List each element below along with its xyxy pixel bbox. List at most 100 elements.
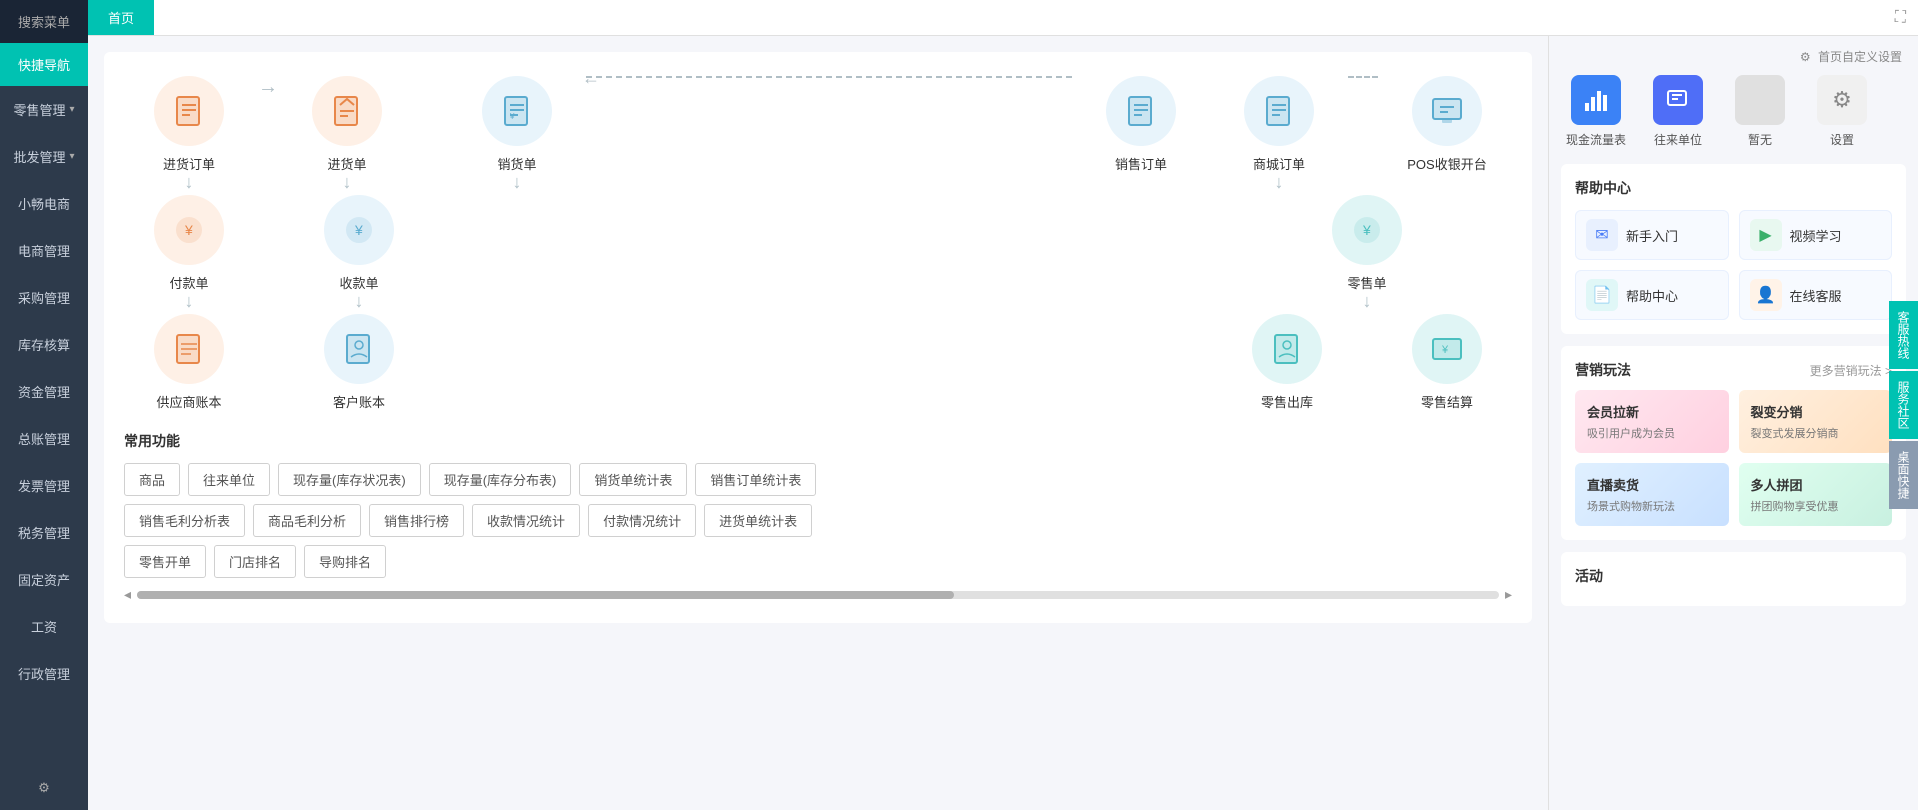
- marketing-item-group[interactable]: 多人拼团 拼团购物享受优惠: [1739, 463, 1893, 526]
- btn-sales-stat[interactable]: 销货单统计表: [579, 463, 687, 496]
- sidebar-item-salary[interactable]: 工资: [0, 603, 88, 650]
- sidebar-settings[interactable]: ⚙: [0, 766, 88, 810]
- node-label-retail-order: 零售单: [1347, 273, 1386, 292]
- sidebar-item-admin[interactable]: 行政管理: [0, 650, 88, 697]
- node-col-pos: POS收银开台: [1382, 76, 1512, 191]
- marketing-grid: 会员拉新 吸引用户成为会员 裂变分销 裂变式发展分销商 直播卖货 场景式购物新玩…: [1575, 390, 1892, 526]
- more-marketing-link[interactable]: 更多营销玩法 >: [1810, 362, 1892, 379]
- node-label-purchase: 进货单: [327, 154, 366, 173]
- btn-goods-margin[interactable]: 商品毛利分析: [253, 504, 361, 537]
- float-btn-desktop[interactable]: 桌面快捷: [1889, 441, 1918, 509]
- btn-store-rank[interactable]: 门店排名: [214, 545, 296, 578]
- float-buttons: 客服热线 服务社区 桌面快捷: [1889, 301, 1918, 509]
- fullscreen-icon[interactable]: ⛶: [1895, 9, 1906, 27]
- node-sales[interactable]: ¥ 销货单: [452, 76, 582, 173]
- sidebar-item-tax[interactable]: 税务管理: [0, 509, 88, 556]
- btn-goods[interactable]: 商品: [124, 463, 180, 496]
- sidebar-item-ecommerce-small[interactable]: 小畅电商: [0, 180, 88, 227]
- sidebar-item-assets[interactable]: 固定资产: [0, 556, 88, 603]
- sidebar-item-label: 工资: [31, 617, 57, 636]
- sidebar-item-label: 库存核算: [18, 335, 70, 354]
- sidebar-item-ledger[interactable]: 总账管理: [0, 415, 88, 462]
- gear-small-icon: ⚙: [1800, 50, 1811, 64]
- svg-text:¥: ¥: [184, 222, 193, 238]
- func-grid-row2: 销售毛利分析表 商品毛利分析 销售排行榜 收款情况统计 付款情况统计 进货单统计…: [124, 504, 1512, 537]
- circle-retail-settle: ¥: [1412, 314, 1482, 384]
- node-pos[interactable]: POS收银开台: [1382, 76, 1512, 173]
- node-customer-ledger[interactable]: 客户账本: [294, 314, 424, 411]
- quick-icon-settings[interactable]: ⚙ 设置: [1807, 75, 1877, 148]
- scroll-left-icon[interactable]: ◂: [124, 586, 131, 603]
- node-label-sales: 销货单: [497, 154, 536, 173]
- sidebar-quicknav[interactable]: 快捷导航: [0, 43, 88, 86]
- btn-sales-margin[interactable]: 销售毛利分析表: [124, 504, 245, 537]
- live-sub: 场景式购物新玩法: [1587, 498, 1717, 514]
- scroll-right-icon[interactable]: ▸: [1505, 586, 1512, 603]
- help-item-beginner[interactable]: ✉ 新手入门: [1575, 210, 1729, 260]
- sidebar: 搜索菜单 快捷导航 零售管理 ▾ 批发管理 ▾ 小畅电商 电商管理 采购管理 库…: [0, 0, 88, 810]
- sidebar-item-purchase[interactable]: 采购管理: [0, 274, 88, 321]
- sidebar-item-inventory[interactable]: 库存核算: [0, 321, 88, 368]
- svg-text:¥: ¥: [1362, 222, 1371, 238]
- btn-payment-stat[interactable]: 付款情况统计: [588, 504, 696, 537]
- help-item-video[interactable]: ▶ 视频学习: [1739, 210, 1893, 260]
- help-icon-doc: 📄: [1586, 279, 1618, 311]
- tab-right: ⛶: [1895, 0, 1918, 35]
- node-retail-out[interactable]: 零售出库: [1222, 314, 1352, 411]
- sidebar-item-ecommerce[interactable]: 电商管理: [0, 227, 88, 274]
- sidebar-item-finance[interactable]: 资金管理: [0, 368, 88, 415]
- fission-sub: 裂变式发展分销商: [1751, 425, 1881, 441]
- customize-link[interactable]: ⚙ 首页自定义设置: [1561, 48, 1906, 65]
- node-receipt[interactable]: ¥ 收款单: [294, 195, 424, 292]
- btn-sales-rank[interactable]: 销售排行榜: [369, 504, 464, 537]
- circle-purchase-order: [154, 76, 224, 146]
- none-icon-box: [1735, 75, 1785, 125]
- marketing-item-fission[interactable]: 裂变分销 裂变式发展分销商: [1739, 390, 1893, 453]
- quick-icon-partner[interactable]: 往来单位: [1643, 75, 1713, 148]
- marketing-item-live[interactable]: 直播卖货 场景式购物新玩法: [1575, 463, 1729, 526]
- btn-sales-order-stat[interactable]: 销售订单统计表: [695, 463, 816, 496]
- btn-purchase-stat[interactable]: 进货单统计表: [704, 504, 812, 537]
- circle-supplier-ledger: [154, 314, 224, 384]
- help-item-help[interactable]: 📄 帮助中心: [1575, 270, 1729, 320]
- btn-stock-status[interactable]: 现存量(库存状况表): [278, 463, 421, 496]
- quicknav-card: 进货订单 ↓ → 进货单: [104, 52, 1532, 623]
- float-btn-community[interactable]: 服务社区: [1889, 371, 1918, 439]
- node-retail-order[interactable]: ¥ 零售单: [1302, 195, 1432, 292]
- circle-pos: [1412, 76, 1482, 146]
- node-label-retail-settle: 零售结算: [1421, 392, 1473, 411]
- spacer-arrow: [1106, 173, 1176, 191]
- btn-receipt-stat[interactable]: 收款情况统计: [472, 504, 580, 537]
- scroll-track[interactable]: [137, 591, 1499, 599]
- live-title: 直播卖货: [1587, 475, 1717, 494]
- sidebar-search[interactable]: 搜索菜单: [0, 0, 88, 43]
- flow-row-1: 进货订单 ↓ → 进货单: [124, 76, 1512, 191]
- btn-stock-dist[interactable]: 现存量(库存分布表): [429, 463, 572, 496]
- btn-partner[interactable]: 往来单位: [188, 463, 270, 496]
- node-payment[interactable]: ¥ 付款单: [124, 195, 254, 292]
- node-sales-order[interactable]: 销售订单: [1076, 76, 1206, 173]
- btn-retail-order[interactable]: 零售开单: [124, 545, 206, 578]
- dashed-arrow-1: ←: [586, 76, 1072, 78]
- quick-icon-none[interactable]: 暂无: [1725, 75, 1795, 148]
- node-mall-order[interactable]: 商城订单: [1214, 76, 1344, 173]
- help-grid: ✉ 新手入门 ▶ 视频学习 📄 帮助中心 👤 在线客服: [1575, 210, 1892, 320]
- node-supplier-ledger[interactable]: 供应商账本: [124, 314, 254, 411]
- marketing-item-member[interactable]: 会员拉新 吸引用户成为会员: [1575, 390, 1729, 453]
- group-sub: 拼团购物享受优惠: [1751, 498, 1881, 514]
- btn-guide-rank[interactable]: 导购排名: [304, 545, 386, 578]
- circle-mall-order: [1244, 76, 1314, 146]
- node-retail-settle[interactable]: ¥ 零售结算: [1382, 314, 1512, 411]
- sidebar-item-wholesale[interactable]: 批发管理 ▾: [0, 133, 88, 180]
- tab-home[interactable]: 首页: [88, 0, 154, 35]
- arrow-down-retail-order: ↓: [1363, 292, 1372, 310]
- sidebar-item-retail[interactable]: 零售管理 ▾: [0, 86, 88, 133]
- node-purchase-order[interactable]: 进货订单: [124, 76, 254, 173]
- video-icon: ▶: [1750, 219, 1782, 251]
- node-purchase[interactable]: 进货单: [282, 76, 412, 173]
- help-item-service[interactable]: 👤 在线客服: [1739, 270, 1893, 320]
- float-btn-service[interactable]: 客服热线: [1889, 301, 1918, 369]
- quick-icon-cashflow[interactable]: 现金流量表: [1561, 75, 1631, 148]
- service-hotline-label: 客服热线: [1896, 311, 1910, 359]
- sidebar-item-invoice[interactable]: 发票管理: [0, 462, 88, 509]
